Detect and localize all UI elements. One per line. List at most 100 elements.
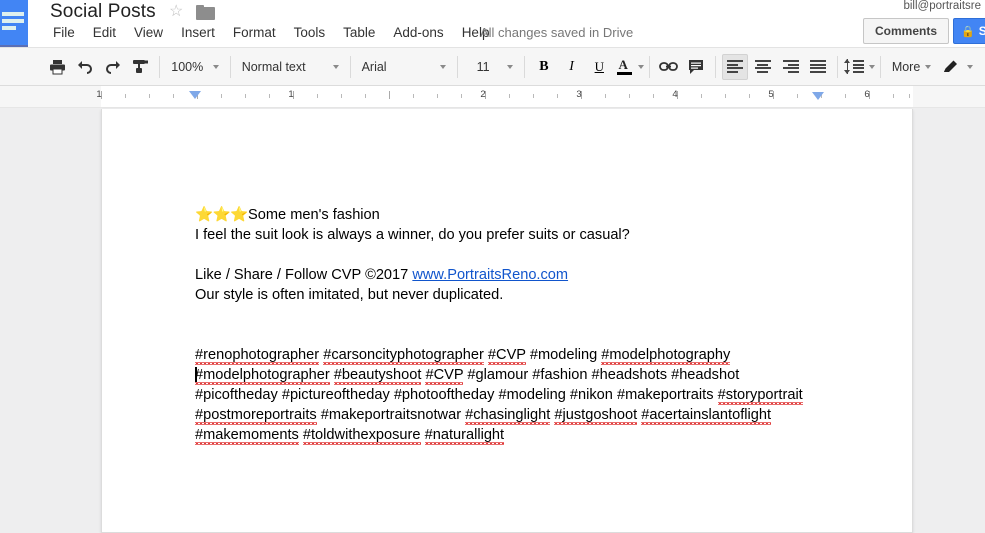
folder-body bbox=[196, 7, 215, 20]
hashtag-line-4: #postmoreportraits #makeportraitsnotwar … bbox=[195, 405, 845, 425]
align-center-glyph bbox=[754, 60, 771, 73]
toolbar-divider bbox=[456, 55, 458, 78]
formatting-toolbar: 100% Normal text Arial 11 B I U A More bbox=[0, 47, 985, 86]
google-docs-window: Social Posts ☆ File Edit View Insert For… bbox=[0, 0, 985, 533]
menu-item-tools[interactable]: Tools bbox=[285, 22, 335, 44]
toolbar-divider bbox=[159, 55, 161, 78]
font-size-selector[interactable]: 11 bbox=[463, 54, 519, 80]
document-ruler[interactable]: 1 1 2 3 4 5 6 bbox=[0, 86, 985, 108]
undo-icon[interactable] bbox=[72, 54, 98, 80]
menu-item-insert[interactable]: Insert bbox=[172, 22, 224, 44]
ruler-page-area bbox=[101, 86, 913, 107]
comments-button[interactable]: Comments bbox=[863, 18, 950, 44]
toolbar-divider bbox=[879, 55, 881, 78]
title-text: Some men's fashion bbox=[248, 207, 380, 223]
ruler-number: 4 bbox=[672, 89, 678, 100]
underline-button[interactable]: U bbox=[586, 54, 612, 80]
chevron-down-icon[interactable] bbox=[967, 64, 973, 69]
zoom-value: 100% bbox=[171, 59, 204, 74]
more-options-button[interactable]: More bbox=[886, 54, 937, 80]
paragraph-style-selector[interactable]: Normal text bbox=[236, 54, 345, 80]
document-page[interactable]: ⭐⭐⭐Some men's fashion I feel the suit lo… bbox=[101, 109, 913, 533]
follow-text: Like / Share / Follow CVP ©2017 bbox=[195, 267, 413, 283]
italic-icon: I bbox=[569, 58, 574, 74]
paint-format-icon[interactable] bbox=[128, 54, 154, 80]
spellcheck-underlined-word: #carsoncityphotographer bbox=[323, 347, 484, 363]
paragraph-title: ⭐⭐⭐Some men's fashion bbox=[195, 205, 845, 225]
spellcheck-underlined-word: #renophotographer bbox=[195, 347, 320, 363]
share-button-label: Share bbox=[979, 24, 985, 38]
align-right-icon[interactable] bbox=[778, 54, 804, 80]
font-family-selector[interactable]: Arial bbox=[356, 54, 452, 80]
hashtag-text: #picoftheday #pictureoftheday #photoofth… bbox=[195, 387, 803, 403]
ruler-number: 5 bbox=[768, 89, 774, 100]
hashtag-line-2: #modelphotographer #beautyshoot #CVP #gl… bbox=[195, 365, 845, 385]
account-email[interactable]: bill@portraitsre bbox=[903, 0, 981, 12]
underline-icon: U bbox=[594, 58, 604, 74]
line-spacing-icon[interactable] bbox=[844, 54, 866, 80]
google-docs-logo-icon[interactable] bbox=[0, 0, 28, 47]
text-color-button[interactable]: A bbox=[614, 54, 635, 80]
insert-link-icon[interactable] bbox=[656, 54, 682, 80]
spellcheck-underlined-word: #toldwithexposure bbox=[302, 427, 421, 443]
menu-item-addons[interactable]: Add-ons bbox=[384, 22, 452, 44]
share-button[interactable]: 🔒 Share bbox=[953, 18, 985, 44]
align-center-icon[interactable] bbox=[750, 54, 776, 80]
menu-item-file[interactable]: File bbox=[50, 22, 84, 44]
portraits-reno-link[interactable]: www.PortraitsReno.com bbox=[412, 267, 568, 283]
ruler-number: 1 bbox=[96, 89, 102, 100]
spellcheck-underlined-word: #justgoshoot bbox=[554, 407, 638, 423]
spellcheck-underlined-word: #modelphotographer bbox=[195, 367, 330, 383]
line-spacing-glyph bbox=[844, 59, 864, 74]
paragraph-style: Our style is often imitated, but never d… bbox=[195, 287, 504, 303]
italic-button[interactable]: I bbox=[559, 54, 585, 80]
bold-button[interactable]: B bbox=[531, 54, 557, 80]
hashtag-text: #renophotographer #carsoncityphotographe… bbox=[195, 347, 731, 363]
menu-item-table[interactable]: Table bbox=[334, 22, 384, 44]
document-body-text[interactable]: ⭐⭐⭐Some men's fashion I feel the suit lo… bbox=[195, 205, 845, 445]
hashtag-text: #makemoments #toldwithexposure #naturall… bbox=[195, 427, 505, 445]
lock-icon: 🔒 bbox=[961, 26, 975, 38]
menu-item-view[interactable]: View bbox=[125, 22, 172, 44]
toolbar-divider bbox=[648, 55, 650, 78]
print-icon[interactable] bbox=[44, 54, 70, 80]
spellcheck-underlined-word: #naturallight bbox=[424, 427, 505, 443]
chevron-down-icon bbox=[439, 64, 446, 69]
right-indent-marker[interactable] bbox=[812, 92, 824, 100]
align-justify-icon[interactable] bbox=[805, 54, 831, 80]
spellcheck-underlined-word: #modelphotography bbox=[601, 347, 731, 363]
align-left-glyph bbox=[727, 60, 744, 73]
text-color-letter: A bbox=[618, 56, 628, 72]
document-title[interactable]: Social Posts bbox=[50, 1, 156, 23]
document-canvas: ⭐⭐⭐Some men's fashion I feel the suit lo… bbox=[0, 108, 985, 533]
text-color-icon: A bbox=[616, 56, 633, 76]
redo-icon[interactable] bbox=[100, 54, 126, 80]
toolbar-divider bbox=[524, 55, 526, 78]
logo-bar bbox=[2, 19, 24, 23]
menu-item-edit[interactable]: Edit bbox=[84, 22, 125, 44]
menu-item-format[interactable]: Format bbox=[224, 22, 285, 44]
font-size-value: 11 bbox=[476, 59, 490, 74]
star-outline-icon[interactable]: ☆ bbox=[169, 4, 183, 20]
pencil-edit-icon[interactable] bbox=[938, 54, 964, 80]
paragraph-style-value: Normal text bbox=[241, 59, 306, 74]
logo-bar bbox=[2, 26, 16, 30]
text-color-swatch bbox=[616, 71, 632, 75]
paragraph-question: I feel the suit look is always a winner,… bbox=[195, 227, 630, 243]
add-comment-icon[interactable] bbox=[684, 54, 710, 80]
align-left-icon[interactable] bbox=[722, 53, 748, 80]
chevron-down-icon[interactable] bbox=[868, 64, 875, 69]
chevron-down-icon bbox=[925, 64, 932, 69]
star-emojis: ⭐⭐⭐ bbox=[195, 207, 249, 223]
folder-icon[interactable] bbox=[196, 5, 215, 20]
left-indent-marker[interactable] bbox=[189, 91, 201, 99]
spellcheck-underlined-word: #postmoreportraits bbox=[195, 407, 317, 423]
chevron-down-icon bbox=[332, 64, 339, 69]
chevron-down-icon[interactable] bbox=[637, 64, 644, 69]
toolbar-divider bbox=[837, 55, 839, 78]
zoom-selector[interactable]: 100% bbox=[165, 54, 224, 80]
spellcheck-underlined-word: #makemoments bbox=[195, 427, 299, 443]
spellcheck-underlined-word: #chasinglight bbox=[465, 407, 551, 423]
